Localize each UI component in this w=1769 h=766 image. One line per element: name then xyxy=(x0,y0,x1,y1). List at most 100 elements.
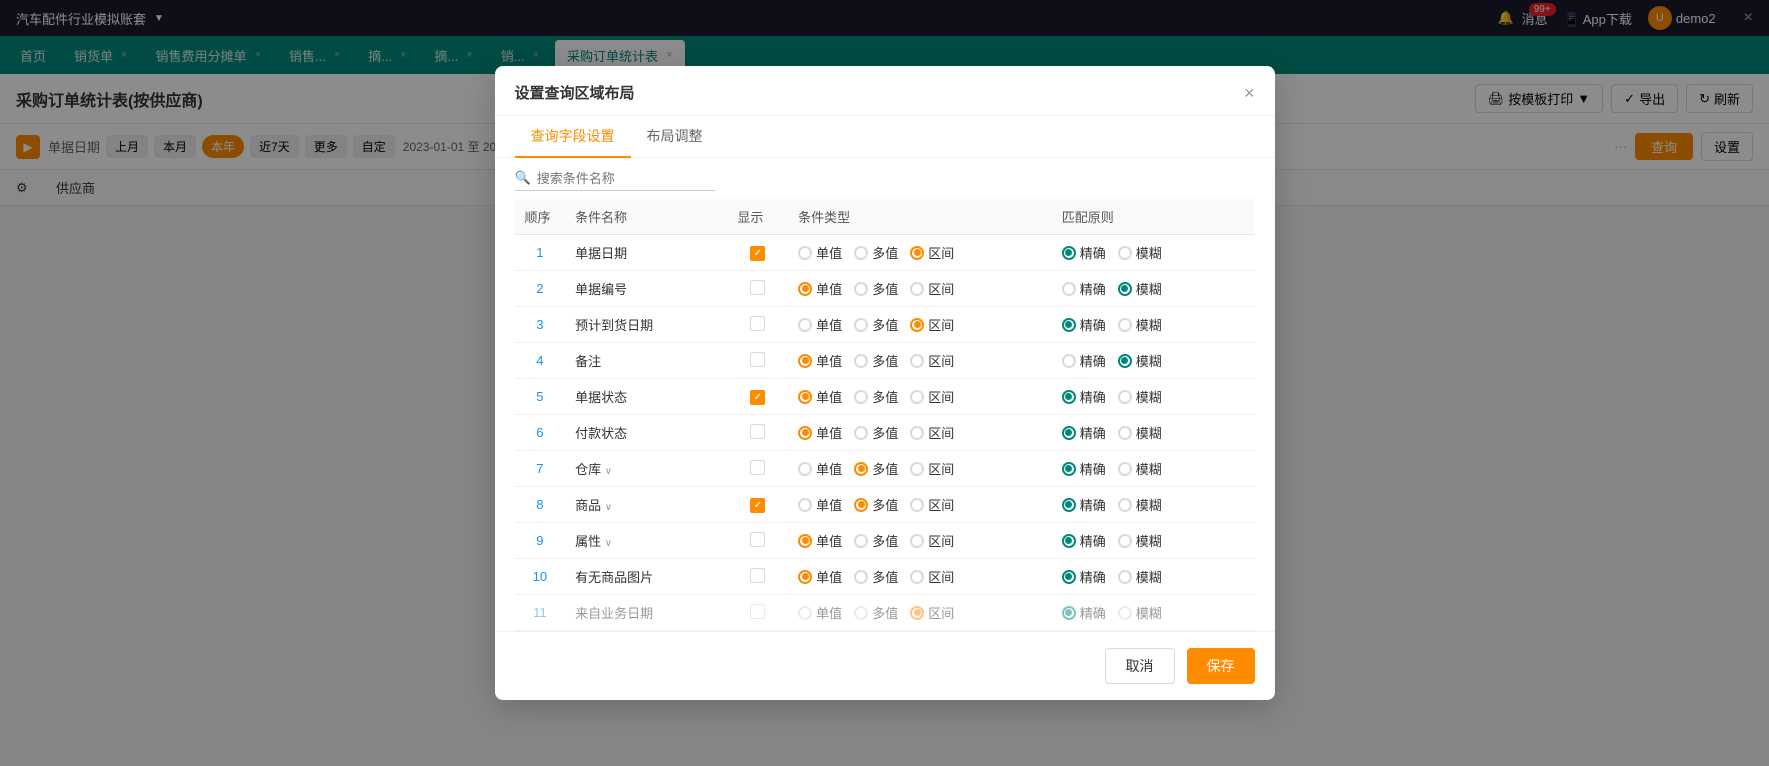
cell-name: 单据状态 xyxy=(565,379,727,415)
type-radio-多值[interactable]: 多值 xyxy=(854,387,898,406)
type-radio-区间[interactable]: 区间 xyxy=(910,459,954,478)
match-radio-精确[interactable]: 精确 xyxy=(1062,567,1106,586)
cell-show[interactable] xyxy=(727,595,788,631)
cell-match: 精确模糊 xyxy=(1052,595,1255,631)
type-radio-多值[interactable]: 多值 xyxy=(854,567,898,586)
radio-circle xyxy=(798,498,812,512)
show-checkbox[interactable] xyxy=(750,604,765,619)
show-checkbox[interactable] xyxy=(750,390,765,405)
cell-show[interactable] xyxy=(727,379,788,415)
cell-show[interactable] xyxy=(727,487,788,523)
type-radio-区间[interactable]: 区间 xyxy=(910,243,954,262)
match-radio-模糊[interactable]: 模糊 xyxy=(1118,279,1162,298)
type-radio-区间[interactable]: 区间 xyxy=(910,531,954,550)
cell-show[interactable] xyxy=(727,235,788,271)
show-checkbox[interactable] xyxy=(750,460,765,475)
type-radio-多值[interactable]: 多值 xyxy=(854,459,898,478)
type-radio-单值[interactable]: 单值 xyxy=(798,567,842,586)
show-checkbox[interactable] xyxy=(750,246,765,261)
radio-circle xyxy=(798,462,812,476)
radio-circle xyxy=(854,426,868,440)
type-radio-单值[interactable]: 单值 xyxy=(798,423,842,442)
type-radio-多值[interactable]: 多值 xyxy=(854,423,898,442)
type-radio-单值[interactable]: 单值 xyxy=(798,531,842,550)
match-radio-精确[interactable]: 精确 xyxy=(1062,423,1106,442)
save-button[interactable]: 保存 xyxy=(1187,648,1255,684)
type-radio-单值[interactable]: 单值 xyxy=(798,279,842,298)
modal-tab-layout[interactable]: 布局调整 xyxy=(631,116,719,158)
cancel-button[interactable]: 取消 xyxy=(1105,648,1175,684)
match-radio-精确[interactable]: 精确 xyxy=(1062,243,1106,262)
match-radio-精确[interactable]: 精确 xyxy=(1062,279,1106,298)
match-radio-模糊[interactable]: 模糊 xyxy=(1118,567,1162,586)
type-radio-多值[interactable]: 多值 xyxy=(854,315,898,334)
cell-show[interactable] xyxy=(727,343,788,379)
match-radio-精确[interactable]: 精确 xyxy=(1062,387,1106,406)
type-radio-区间[interactable]: 区间 xyxy=(910,567,954,586)
match-radio-精确[interactable]: 精确 xyxy=(1062,531,1106,550)
match-radio-精确[interactable]: 精确 xyxy=(1062,495,1106,514)
match-radio-精确[interactable]: 精确 xyxy=(1062,351,1106,370)
modal-title: 设置查询区域布局 xyxy=(515,82,635,103)
match-radio-模糊[interactable]: 模糊 xyxy=(1118,387,1162,406)
type-radio-单值[interactable]: 单值 xyxy=(798,315,842,334)
modal-table-scroll[interactable]: 顺序 条件名称 显示 条件类型 匹配原则 1单据日期单值多值区间精确模糊2单据编… xyxy=(495,199,1275,631)
cell-show[interactable] xyxy=(727,271,788,307)
th-type: 条件类型 xyxy=(788,199,1052,235)
match-radio-模糊[interactable]: 模糊 xyxy=(1118,351,1162,370)
show-checkbox[interactable] xyxy=(750,498,765,513)
show-checkbox[interactable] xyxy=(750,352,765,367)
type-radio-单值[interactable]: 单值 xyxy=(798,387,842,406)
cell-show[interactable] xyxy=(727,307,788,343)
type-radio-多值[interactable]: 多值 xyxy=(854,495,898,514)
type-radio-单值[interactable]: 单值 xyxy=(798,351,842,370)
type-radio-区间[interactable]: 区间 xyxy=(910,423,954,442)
modal-close-button[interactable]: × xyxy=(1244,84,1255,102)
type-radio-多值[interactable]: 多值 xyxy=(854,279,898,298)
type-radio-区间[interactable]: 区间 xyxy=(910,387,954,406)
cell-show[interactable] xyxy=(727,451,788,487)
match-radio-模糊[interactable]: 模糊 xyxy=(1118,495,1162,514)
show-checkbox[interactable] xyxy=(750,316,765,331)
search-input[interactable] xyxy=(537,171,697,186)
match-radio-模糊[interactable]: 模糊 xyxy=(1118,603,1162,622)
type-radio-区间[interactable]: 区间 xyxy=(910,495,954,514)
show-checkbox[interactable] xyxy=(750,568,765,583)
type-radio-多值[interactable]: 多值 xyxy=(854,351,898,370)
match-radio-精确[interactable]: 精确 xyxy=(1062,459,1106,478)
type-radio-多值[interactable]: 多值 xyxy=(854,243,898,262)
cell-type: 单值多值区间 xyxy=(788,343,1052,379)
type-radio-单值[interactable]: 单值 xyxy=(798,603,842,622)
show-checkbox[interactable] xyxy=(750,280,765,295)
cell-name: 单据编号 xyxy=(565,271,727,307)
cell-show[interactable] xyxy=(727,415,788,451)
radio-circle xyxy=(1118,570,1132,584)
type-radio-区间[interactable]: 区间 xyxy=(910,279,954,298)
show-checkbox[interactable] xyxy=(750,424,765,439)
type-radio-区间[interactable]: 区间 xyxy=(910,351,954,370)
type-radio-区间[interactable]: 区间 xyxy=(910,315,954,334)
type-radio-单值[interactable]: 单值 xyxy=(798,243,842,262)
type-radio-多值[interactable]: 多值 xyxy=(854,603,898,622)
type-radio-单值[interactable]: 单值 xyxy=(798,495,842,514)
radio-circle xyxy=(1062,498,1076,512)
cell-show[interactable] xyxy=(727,559,788,595)
cell-show[interactable] xyxy=(727,523,788,559)
modal-tab-fields[interactable]: 查询字段设置 xyxy=(515,116,631,158)
radio-circle xyxy=(910,498,924,512)
match-radio-模糊[interactable]: 模糊 xyxy=(1118,243,1162,262)
radio-circle xyxy=(1118,246,1132,260)
type-radio-单值[interactable]: 单值 xyxy=(798,459,842,478)
show-checkbox[interactable] xyxy=(750,532,765,547)
match-radio-精确[interactable]: 精确 xyxy=(1062,315,1106,334)
type-radio-多值[interactable]: 多值 xyxy=(854,531,898,550)
match-radio-模糊[interactable]: 模糊 xyxy=(1118,459,1162,478)
match-radio-模糊[interactable]: 模糊 xyxy=(1118,315,1162,334)
table-row: 10有无商品图片单值多值区间精确模糊 xyxy=(515,559,1255,595)
match-radio-模糊[interactable]: 模糊 xyxy=(1118,423,1162,442)
match-radio-精确[interactable]: 精确 xyxy=(1062,603,1106,622)
cell-name: 单据日期 xyxy=(565,235,727,271)
radio-circle xyxy=(854,570,868,584)
match-radio-模糊[interactable]: 模糊 xyxy=(1118,531,1162,550)
type-radio-区间[interactable]: 区间 xyxy=(910,603,954,622)
